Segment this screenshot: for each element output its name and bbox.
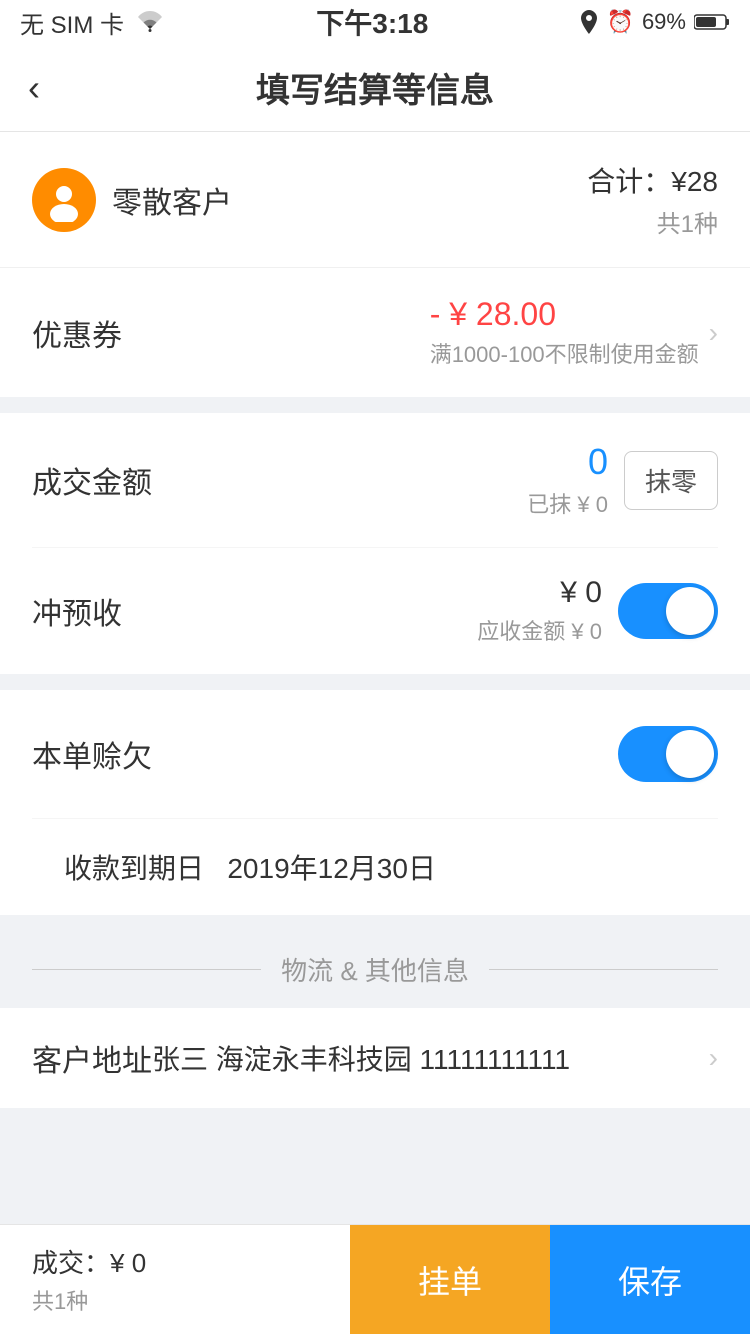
bottom-deal-label: 成交：¥ 0	[32, 1243, 318, 1280]
customer-name: 零散客户	[112, 178, 232, 222]
deal-amount-label: 成交金额	[32, 458, 152, 502]
deal-amount-row: 成交金额 0 已抹 ¥ 0 抹零	[32, 413, 718, 548]
customer-row: 零散客户 合计：¥28 共1种	[0, 132, 750, 267]
bottom-deal-prefix: 成交：	[32, 1248, 110, 1278]
logistics-label: 物流 & 其他信息	[261, 951, 489, 988]
hang-button[interactable]: 挂单	[350, 1225, 550, 1334]
customer-section: 零散客户 合计：¥28 共1种 优惠券 - ¥ 28.00 满1000-100不…	[0, 132, 750, 397]
bottom-left: 成交：¥ 0 共1种	[0, 1225, 350, 1334]
coupon-info: - ¥ 28.00 满1000-100不限制使用金额	[430, 296, 699, 369]
divider-line-right	[489, 969, 718, 970]
logistics-divider: 物流 & 其他信息	[0, 931, 750, 1008]
status-right: ⏰ 69%	[579, 9, 730, 35]
deal-amount-right: 0 已抹 ¥ 0 抹零	[527, 441, 718, 519]
address-row[interactable]: 客户地址 张三 海淀永丰科技园 11111111111 ›	[0, 1008, 750, 1108]
deal-amount-sub: 已抹 ¥ 0	[527, 487, 608, 519]
nav-bar: ‹ 填写结算等信息	[0, 44, 750, 132]
bottom-bar: 成交：¥ 0 共1种 挂单 保存	[0, 1224, 750, 1334]
carrier-label: 无 SIM 卡	[20, 5, 124, 40]
prepay-value-group: ¥ 0 应收金额 ¥ 0	[477, 576, 602, 646]
coupon-chevron-icon: ›	[709, 317, 718, 349]
bottom-deal-value: ¥ 0	[110, 1248, 146, 1278]
coupon-label: 优惠券	[32, 311, 122, 355]
debt-toggle-knob	[666, 730, 714, 778]
total-count: 共1种	[587, 204, 718, 239]
status-left: 无 SIM 卡	[20, 5, 166, 40]
prepay-label: 冲预收	[32, 589, 122, 633]
due-date-label: 收款到期日 2019年12月30日	[64, 853, 436, 884]
page-title: 填写结算等信息	[256, 63, 494, 112]
deal-amount-value: 0	[527, 441, 608, 483]
due-date-row: 收款到期日 2019年12月30日	[32, 818, 718, 915]
debt-section: 本单赊欠 收款到期日 2019年12月30日	[0, 690, 750, 915]
debt-toggle[interactable]	[618, 726, 718, 782]
deal-section: 成交金额 0 已抹 ¥ 0 抹零 冲预收 ¥ 0 应收金额 ¥ 0	[0, 413, 750, 674]
prepay-toggle-knob	[666, 587, 714, 635]
debt-row: 本单赊欠	[32, 690, 718, 818]
deal-value-group: 0 已抹 ¥ 0	[527, 441, 608, 519]
avatar	[32, 168, 96, 232]
coupon-right: - ¥ 28.00 满1000-100不限制使用金额 ›	[430, 296, 718, 369]
address-section: 客户地址 张三 海淀永丰科技园 11111111111 ›	[0, 1008, 750, 1108]
due-date-value: 2019年12月30日	[227, 853, 436, 884]
divider-line-left	[32, 969, 261, 970]
address-chevron-icon: ›	[709, 1042, 718, 1074]
due-date-prefix: 收款到期日	[64, 853, 204, 884]
round-zero-button[interactable]: 抹零	[624, 451, 718, 510]
coupon-amount: - ¥ 28.00	[430, 296, 699, 333]
coupon-row[interactable]: 优惠券 - ¥ 28.00 满1000-100不限制使用金额 ›	[0, 267, 750, 397]
time-label: 下午3:18	[316, 2, 428, 42]
battery-label: 69%	[642, 9, 686, 35]
wifi-icon	[134, 11, 166, 33]
prepay-value: ¥ 0	[477, 576, 602, 610]
back-button[interactable]: ‹	[28, 67, 40, 109]
prepay-toggle[interactable]	[618, 583, 718, 639]
coupon-desc: 满1000-100不限制使用金额	[430, 337, 699, 369]
save-button[interactable]: 保存	[550, 1225, 750, 1334]
battery-icon	[694, 13, 730, 31]
customer-left: 零散客户	[32, 168, 232, 232]
address-value: 张三 海淀永丰科技园 11111111111	[152, 1038, 699, 1078]
bottom-count-label: 共1种	[32, 1284, 318, 1316]
prepay-row: 冲预收 ¥ 0 应收金额 ¥ 0	[32, 548, 718, 674]
location-icon	[579, 10, 599, 34]
address-label: 客户地址	[32, 1036, 152, 1080]
total-amount: 合计：¥28	[587, 160, 718, 200]
status-bar: 无 SIM 卡 下午3:18 ⏰ 69%	[0, 0, 750, 44]
customer-right: 合计：¥28 共1种	[587, 160, 718, 239]
prepay-sub: 应收金额 ¥ 0	[477, 614, 602, 646]
prepay-right: ¥ 0 应收金额 ¥ 0	[477, 576, 718, 646]
debt-label: 本单赊欠	[32, 732, 152, 776]
alarm-icon: ⏰	[607, 9, 634, 35]
